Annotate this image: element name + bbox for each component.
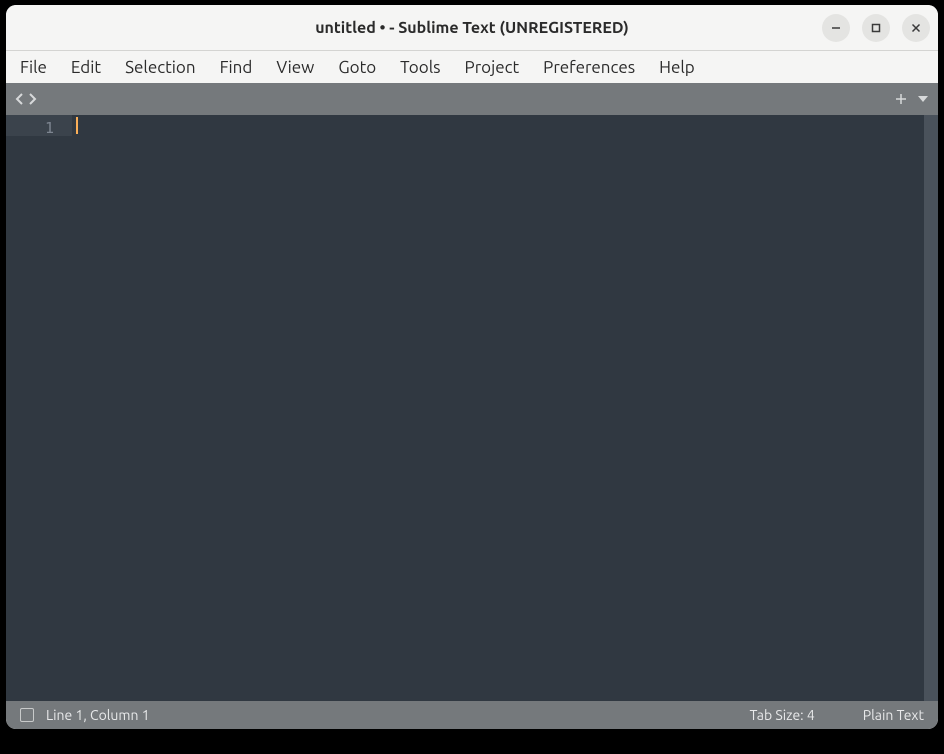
status-tab-size[interactable]: Tab Size: 4 <box>750 707 815 723</box>
menu-help[interactable]: Help <box>647 54 707 81</box>
chevron-right-icon <box>26 92 38 106</box>
gutter: 1 <box>6 115 72 701</box>
window-title: untitled • - Sublime Text (UNREGISTERED) <box>315 19 629 37</box>
plus-icon <box>894 92 908 106</box>
scrollbar-vertical[interactable] <box>924 115 938 701</box>
status-syntax[interactable]: Plain Text <box>863 707 924 723</box>
window-controls <box>822 14 930 42</box>
status-position[interactable]: Line 1, Column 1 <box>46 707 150 723</box>
editor-area[interactable]: 1 <box>6 115 938 701</box>
maximize-button[interactable] <box>862 14 890 42</box>
application-window: untitled • - Sublime Text (UNREGISTERED)… <box>6 5 938 729</box>
text-cursor <box>76 117 78 134</box>
menu-selection[interactable]: Selection <box>113 54 208 81</box>
tab-next-button[interactable] <box>26 92 38 106</box>
chevron-down-icon <box>916 92 930 106</box>
menu-edit[interactable]: Edit <box>59 54 113 81</box>
panel-toggle-icon[interactable] <box>20 708 34 722</box>
maximize-icon <box>870 22 882 34</box>
tab-nav <box>14 92 38 106</box>
menu-goto[interactable]: Goto <box>326 54 388 81</box>
new-tab-button[interactable] <box>894 92 908 106</box>
line-number: 1 <box>6 118 54 139</box>
minimize-icon <box>830 22 842 34</box>
chevron-left-icon <box>14 92 26 106</box>
tabbar <box>6 83 938 115</box>
close-button[interactable] <box>902 14 930 42</box>
statusbar-right: Tab Size: 4 Plain Text <box>750 707 924 723</box>
titlebar: untitled • - Sublime Text (UNREGISTERED) <box>6 5 938 51</box>
menubar: File Edit Selection Find View Goto Tools… <box>6 51 938 83</box>
menu-find[interactable]: Find <box>208 54 265 81</box>
minimize-button[interactable] <box>822 14 850 42</box>
menu-preferences[interactable]: Preferences <box>531 54 647 81</box>
menu-view[interactable]: View <box>264 54 326 81</box>
statusbar: Line 1, Column 1 Tab Size: 4 Plain Text <box>6 701 938 729</box>
tabbar-right <box>894 92 930 106</box>
menu-tools[interactable]: Tools <box>388 54 452 81</box>
editor-content[interactable] <box>72 115 938 701</box>
tab-prev-button[interactable] <box>14 92 26 106</box>
menu-project[interactable]: Project <box>453 54 532 81</box>
menu-file[interactable]: File <box>12 54 59 81</box>
close-icon <box>910 22 922 34</box>
tab-dropdown-button[interactable] <box>916 92 930 106</box>
